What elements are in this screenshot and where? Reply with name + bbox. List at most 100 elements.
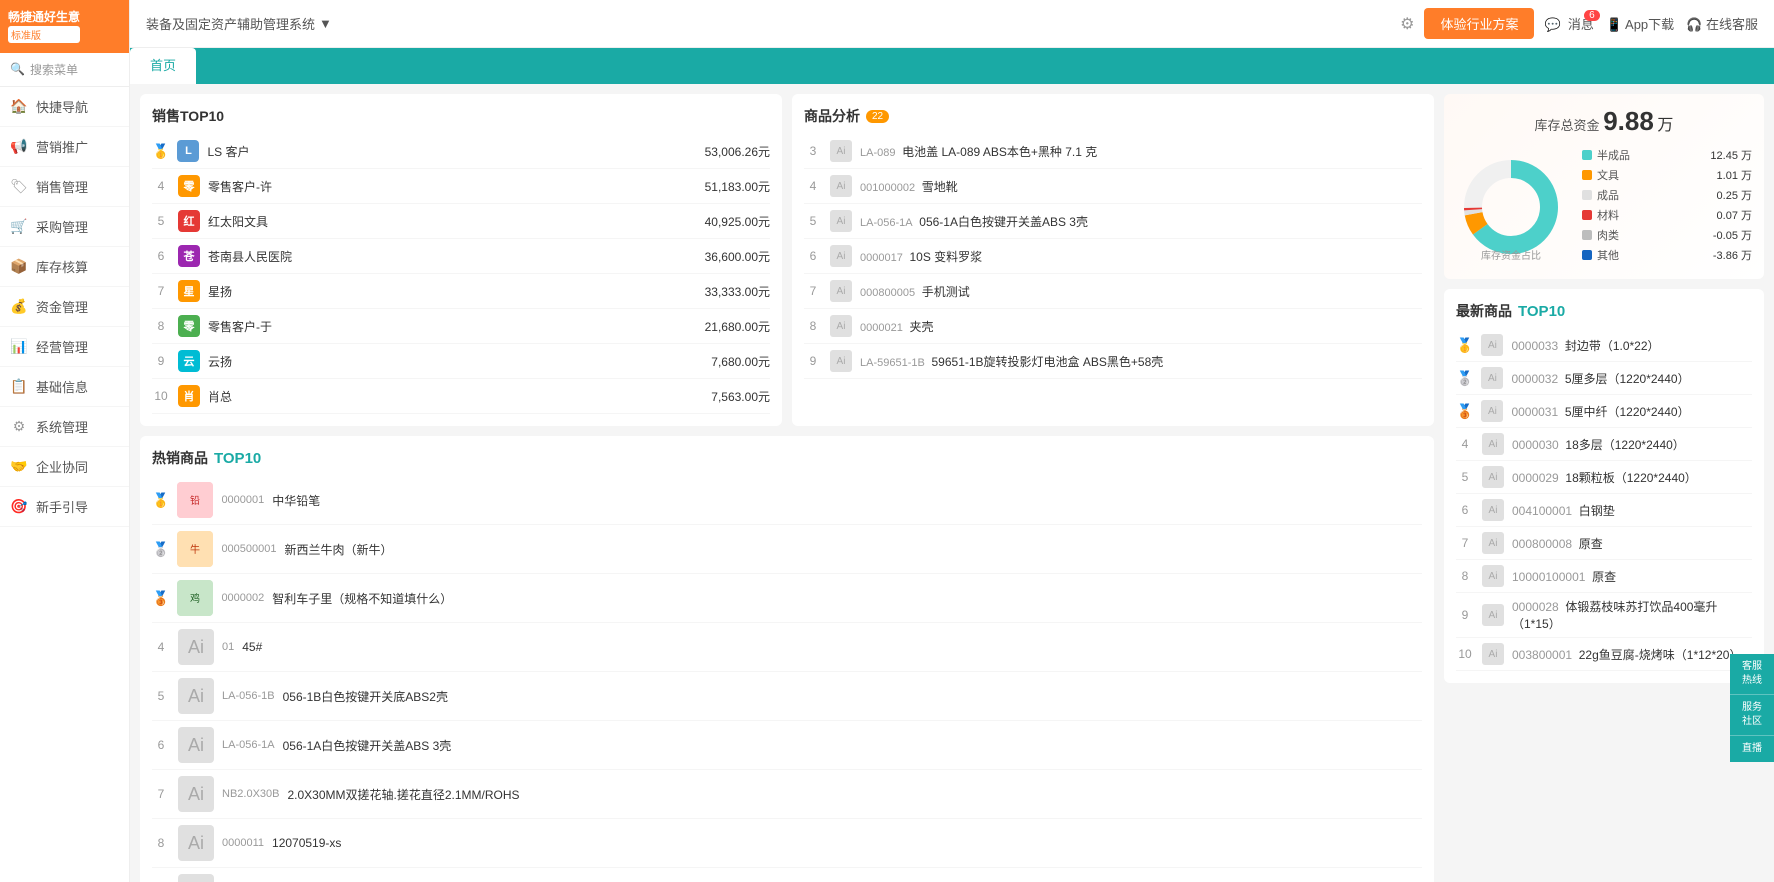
- sidebar-item-system[interactable]: ⚙ 系统管理: [0, 407, 129, 447]
- sidebar-item-label: 快捷导航: [36, 97, 88, 116]
- legend-value: 12.45 万: [1710, 147, 1752, 163]
- customer-value: 53,006.26元: [705, 143, 770, 160]
- customer-value: 7,563.00元: [711, 388, 770, 405]
- customer-service-btn[interactable]: 客服热线: [1730, 654, 1774, 695]
- product-name: 18多层（1220*2440）: [1565, 438, 1684, 452]
- list-item: 8 Ai 0000021 夹壳: [804, 309, 1422, 344]
- system-title[interactable]: 装备及固定资产辅助管理系统 ▼: [146, 14, 1390, 33]
- customer-name: 红太阳文具: [208, 213, 697, 230]
- product-info: 0000031 5厘中纤（1220*2440）: [1511, 403, 1752, 420]
- service-community-btn[interactable]: 服务社区: [1730, 695, 1774, 736]
- product-analysis-card: 商品分析 22 3 Ai LA-089 电池盖 LA-089 ABS本色+黑种 …: [792, 94, 1434, 426]
- product-thumb: Ai: [1482, 532, 1504, 554]
- product-info: 003800001 22g鱼豆腐-烧烤味（1*12*20）: [1512, 646, 1752, 663]
- sidebar-item-operations[interactable]: 📊 经营管理: [0, 327, 129, 367]
- guide-icon: 🎯: [10, 497, 28, 515]
- rank-medal: 🥉: [1456, 403, 1473, 420]
- product-analysis-header: 商品分析 22: [804, 106, 1422, 126]
- list-item: 🥇 铅 0000001 中华铅笔: [152, 476, 1422, 525]
- tab-home[interactable]: 首页: [130, 48, 196, 84]
- rank-number: 4: [804, 179, 822, 193]
- rank-number: 8: [1456, 569, 1474, 583]
- sidebar-item-finance[interactable]: 💰 资金管理: [0, 287, 129, 327]
- hot-products-header: 热销商品 TOP10: [152, 448, 1422, 468]
- trial-btn[interactable]: 体验行业方案: [1424, 8, 1534, 39]
- product-name: 手机测试: [922, 285, 970, 299]
- product-info: 0000032 5厘多层（1220*2440）: [1511, 370, 1752, 387]
- product-info: 0000028 体锻荔枝味苏打饮品400毫升（1*15）: [1512, 598, 1752, 632]
- hot-products-card: 热销商品 TOP10 🥇 铅 0000001 中华铅笔 🥈: [140, 436, 1434, 882]
- product-info: 0000029 18颗粒板（1220*2440）: [1512, 469, 1752, 486]
- sidebar-item-guide[interactable]: 🎯 新手引导: [0, 487, 129, 527]
- customer-value: 51,183.00元: [705, 178, 770, 195]
- sidebar-search[interactable]: 🔍 搜索菜单: [0, 53, 129, 87]
- avatar: 零: [178, 175, 200, 197]
- list-item: 10 肖 肖总 7,563.00元: [152, 379, 770, 414]
- product-code: 0000011: [222, 837, 264, 849]
- list-item: 5 Ai 0000029 18颗粒板（1220*2440）: [1456, 461, 1752, 494]
- legend-item: 成品 0.25 万: [1582, 187, 1752, 203]
- product-name: 智利车子里（规格不知道填什么）: [272, 590, 452, 607]
- product-name: 45#: [242, 640, 262, 654]
- product-code: 000500001: [221, 543, 276, 555]
- rank-number: 7: [152, 284, 170, 298]
- sidebar-item-inventory[interactable]: 📦 库存核算: [0, 247, 129, 287]
- product-code: 0000021: [860, 322, 903, 334]
- service-icon: 🎧: [1686, 17, 1702, 32]
- product-name: 电池盖 LA-089 ABS本色+黑种 7.1 克: [902, 145, 1097, 159]
- rank-number: 8: [152, 836, 170, 850]
- product-info: LA-089 电池盖 LA-089 ABS本色+黑种 7.1 克: [860, 143, 1422, 160]
- content-area: 销售TOP10 🥇 L LS 客户 53,006.26元 4 零: [130, 84, 1774, 882]
- sidebar-item-sales[interactable]: 🏷 销售管理: [0, 167, 129, 207]
- legend-color: [1582, 190, 1592, 200]
- rank-medal: 🥈: [1456, 370, 1473, 387]
- app-download-btn[interactable]: 📱 App下载: [1606, 14, 1674, 33]
- analysis-badge: 22: [866, 110, 889, 123]
- list-item: 8 Ai 10000100001 原查: [1456, 560, 1752, 593]
- product-analysis-title: 商品分析: [804, 106, 860, 126]
- list-item: 3 Ai LA-089 电池盖 LA-089 ABS本色+黑种 7.1 克: [804, 134, 1422, 169]
- settings-icon[interactable]: ⚙: [1400, 14, 1414, 34]
- sidebar-item-quick-nav[interactable]: 🏠 快捷导航: [0, 87, 129, 127]
- list-item: 9 Ai LA-59651-1B 59651-1B旋转投影灯电池盒 ABS黑色+…: [804, 344, 1422, 379]
- rank-number: 4: [152, 179, 170, 193]
- sidebar-item-purchase[interactable]: 🛒 采购管理: [0, 207, 129, 247]
- product-thumb: 鸡: [177, 580, 213, 616]
- sidebar-item-marketing[interactable]: 📢 营销推广: [0, 127, 129, 167]
- legend-color: [1582, 150, 1592, 160]
- product-code: 0000030: [1512, 438, 1559, 452]
- customer-name: 苍南县人民医院: [208, 248, 697, 265]
- avatar: 苍: [178, 245, 200, 267]
- product-code: LA-056-1A: [222, 739, 275, 751]
- sidebar-logo: 畅捷通好生意 标准版: [0, 0, 129, 53]
- product-thumb: 铅: [177, 482, 213, 518]
- rank-number: 6: [804, 249, 822, 263]
- sidebar-item-cooperation[interactable]: 🤝 企业协同: [0, 447, 129, 487]
- legend-name: 成品: [1597, 187, 1712, 203]
- rank-number: 10: [152, 389, 170, 403]
- product-thumb: Ai: [1482, 499, 1504, 521]
- svg-text:铅: 铅: [190, 494, 200, 507]
- sidebar-item-label: 资金管理: [36, 297, 88, 316]
- product-name: 5厘多层（1220*2440）: [1565, 372, 1690, 386]
- product-info: 000800005 手机测试: [860, 283, 1422, 300]
- product-name: 12070519-xs: [272, 836, 341, 850]
- legend-value: -3.86 万: [1713, 247, 1752, 263]
- online-service-btn[interactable]: 🎧 在线客服: [1686, 14, 1758, 33]
- list-item: 9 Ai 0000028 体锻荔枝味苏打饮品400毫升（1*15）: [1456, 593, 1752, 638]
- sidebar-item-basic-info[interactable]: 📋 基础信息: [0, 367, 129, 407]
- list-item: 8 Ai 0000011 12070519-xs: [152, 819, 1422, 868]
- list-item: 🥈 Ai 0000032 5厘多层（1220*2440）: [1456, 362, 1752, 395]
- dropdown-icon: ▼: [319, 16, 332, 31]
- messages-btn[interactable]: 💬 6 消息: [1544, 14, 1593, 33]
- rank-medal: 🥇: [1456, 337, 1473, 354]
- product-code: 0000002: [221, 592, 264, 604]
- list-item: 9 云 云扬 7,680.00元: [152, 344, 770, 379]
- list-item: 6 Ai 0000017 10S 变料罗浆: [804, 239, 1422, 274]
- legend-value: 1.01 万: [1717, 167, 1752, 183]
- product-thumb: Ai: [178, 629, 214, 665]
- search-icon: 🔍: [10, 62, 25, 76]
- product-info: 10000100001 原查: [1512, 568, 1752, 585]
- live-btn[interactable]: 直播: [1730, 736, 1774, 762]
- sidebar-item-label: 销售管理: [36, 177, 88, 196]
